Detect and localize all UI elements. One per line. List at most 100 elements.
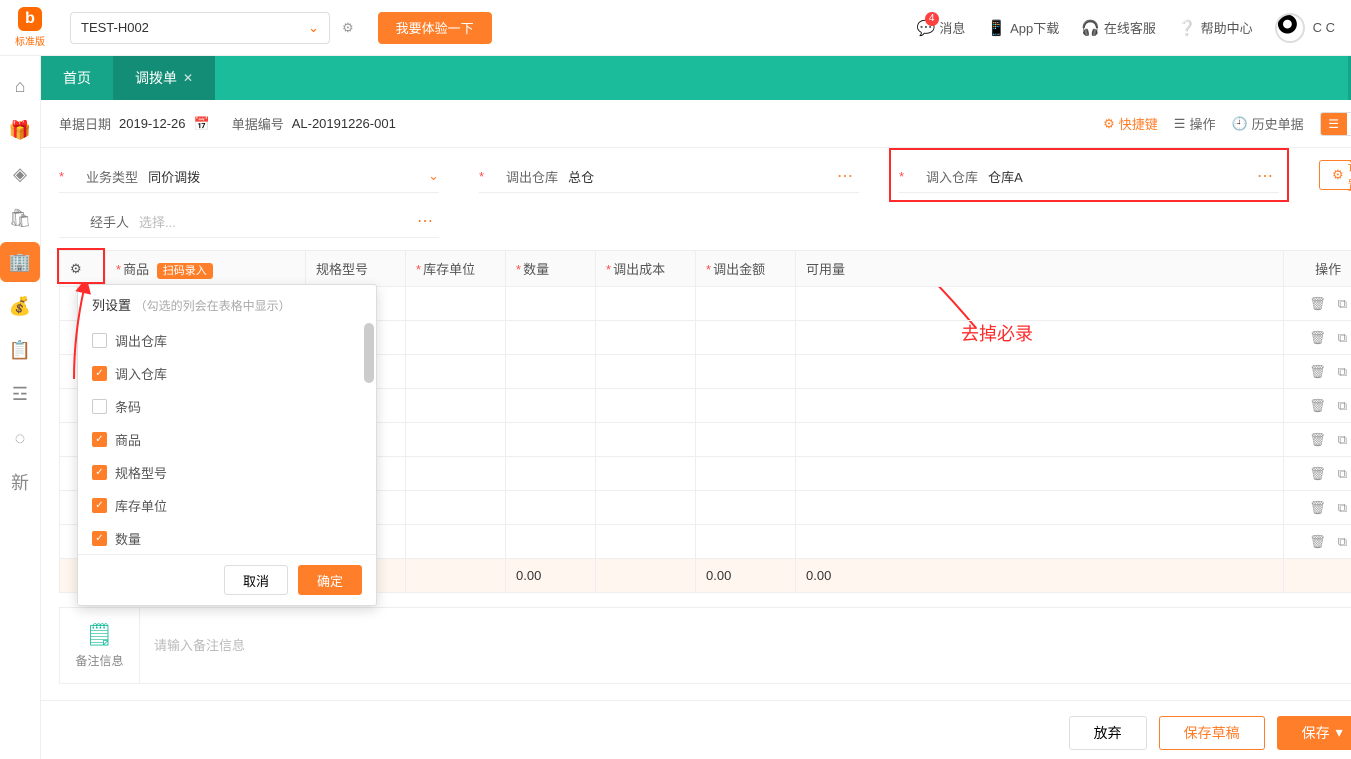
- history-link[interactable]: 🕘历史单据: [1231, 114, 1303, 133]
- delete-icon[interactable]: 🗑: [1309, 466, 1326, 482]
- popup-hint: （勾选的列会在表格中显示）: [135, 299, 291, 313]
- tab-transfer-order[interactable]: 调拨单 ✕: [113, 56, 215, 100]
- checkbox[interactable]: ✓: [92, 531, 107, 546]
- delete-icon[interactable]: 🗑: [1309, 296, 1326, 312]
- confirm-button[interactable]: 确定: [298, 565, 362, 595]
- copy-icon[interactable]: ⧉: [1338, 466, 1347, 482]
- column-option[interactable]: 调出仓库: [92, 324, 362, 357]
- message-badge: 4: [925, 12, 939, 26]
- nav-money-icon[interactable]: 💰: [0, 286, 40, 326]
- gear-icon[interactable]: ⚙: [342, 20, 354, 36]
- online-service-link[interactable]: 🎧 在线客服: [1081, 18, 1156, 37]
- copy-icon[interactable]: ⧉: [1338, 534, 1347, 550]
- copy-icon[interactable]: ⧉: [1338, 296, 1347, 312]
- column-option-label: 条码: [115, 397, 141, 416]
- copy-icon[interactable]: ⧉: [1338, 432, 1347, 448]
- menu-icon: ☰: [1174, 116, 1186, 132]
- column-option-label: 库存单位: [115, 496, 167, 515]
- settings-button[interactable]: ⚙设置: [1319, 160, 1351, 190]
- checkbox[interactable]: ✓: [92, 498, 107, 513]
- checkbox[interactable]: [92, 399, 107, 414]
- chevron-down-icon: ▾: [1336, 724, 1343, 741]
- experience-button[interactable]: 我要体验一下: [378, 12, 492, 44]
- column-option-label: 调入仓库: [115, 364, 167, 383]
- nav-circle-icon[interactable]: ◌: [0, 418, 40, 458]
- checkbox[interactable]: ✓: [92, 432, 107, 447]
- column-option[interactable]: ✓数量: [92, 522, 362, 554]
- nav-diamond-icon[interactable]: ◈: [0, 154, 40, 194]
- operate-link[interactable]: ☰操作: [1174, 114, 1216, 133]
- date-value[interactable]: 2019-12-26: [119, 116, 186, 131]
- close-icon[interactable]: ✕: [183, 71, 193, 85]
- save-draft-button[interactable]: 保存草稿: [1159, 716, 1265, 750]
- delete-icon[interactable]: 🗑: [1309, 364, 1326, 380]
- more-icon[interactable]: ⋯: [411, 211, 439, 231]
- column-option[interactable]: 条码: [92, 390, 362, 423]
- popup-title: 列设置: [92, 298, 131, 313]
- checkbox[interactable]: ✓: [92, 465, 107, 480]
- gear-icon: ⚙: [1332, 167, 1344, 183]
- cancel-button[interactable]: 取消: [224, 565, 288, 595]
- discard-button[interactable]: 放弃: [1069, 716, 1147, 750]
- tab-home[interactable]: 首页: [41, 56, 113, 100]
- checkbox[interactable]: [92, 333, 107, 348]
- nav-gift-icon[interactable]: 🎁: [0, 110, 40, 150]
- scan-badge[interactable]: 扫码录入: [157, 263, 213, 279]
- chevron-down-icon[interactable]: ⌄: [428, 168, 439, 184]
- view-list-icon[interactable]: ☰: [1321, 113, 1347, 135]
- col-product: 商品 扫码录入: [106, 251, 306, 287]
- footer-actions: 放弃 保存草稿 保存 ▾: [41, 700, 1351, 759]
- nav-warehouse-icon[interactable]: 🏢: [0, 242, 40, 282]
- delete-icon[interactable]: 🗑: [1309, 330, 1326, 346]
- delete-icon[interactable]: 🗑: [1309, 534, 1326, 550]
- tenant-select[interactable]: TEST-H002 ⌄: [70, 12, 330, 44]
- delete-icon[interactable]: 🗑: [1309, 432, 1326, 448]
- nav-home-icon[interactable]: ⌂: [0, 66, 40, 106]
- nav-clipboard-icon[interactable]: 📋: [0, 330, 40, 370]
- view-toggle: ☰ ▦: [1320, 112, 1351, 136]
- in-warehouse-field[interactable]: * 调入仓库 仓库A ⋯: [899, 160, 1279, 193]
- app-download-link[interactable]: 📱 App下载: [987, 18, 1059, 37]
- checkbox[interactable]: ✓: [92, 366, 107, 381]
- handler-field[interactable]: 经手人 选择... ⋯: [59, 205, 439, 238]
- history-icon: 🕘: [1231, 116, 1247, 132]
- col-spec: 规格型号: [306, 251, 406, 287]
- copy-icon[interactable]: ⧉: [1338, 398, 1347, 414]
- view-grid-icon[interactable]: ▦: [1347, 113, 1351, 135]
- copy-icon[interactable]: ⧉: [1338, 364, 1347, 380]
- copy-icon[interactable]: ⧉: [1338, 500, 1347, 516]
- column-option[interactable]: ✓规格型号: [92, 456, 362, 489]
- column-option[interactable]: ✓ 调入仓库: [92, 357, 362, 390]
- column-option[interactable]: ✓商品: [92, 423, 362, 456]
- calendar-icon[interactable]: 📅: [194, 116, 210, 132]
- avatar[interactable]: [1275, 13, 1305, 43]
- left-nav: ⌂ 🎁 ◈ 🛍 🏢 💰 📋 ☲ ◌ 新: [0, 56, 41, 759]
- message-link[interactable]: 💬 消息 4: [917, 18, 966, 37]
- column-settings-button[interactable]: ⚙: [60, 251, 106, 287]
- content-area: 首页 调拨单 ✕ ✕ 单据日期 2019-12-26 📅 单据编号 AL-201…: [41, 56, 1351, 759]
- nav-list-icon[interactable]: ☲: [0, 374, 40, 414]
- sum-qty: 0.00: [506, 559, 596, 593]
- column-option[interactable]: ✓ 库存单位: [92, 489, 362, 522]
- biz-type-field[interactable]: * 业务类型 同价调拨 ⌄: [59, 160, 439, 193]
- copy-icon[interactable]: ⧉: [1338, 330, 1347, 346]
- gear-icon: ⚙: [1103, 116, 1115, 132]
- form-area: * 业务类型 同价调拨 ⌄ * 调出仓库 总仓 ⋯ * 调入仓库 仓库A: [41, 148, 1351, 238]
- col-operate: 操作: [1283, 251, 1351, 287]
- more-icon[interactable]: ⋯: [831, 166, 859, 186]
- scrollbar[interactable]: [364, 323, 374, 383]
- shortcut-link[interactable]: ⚙快捷键: [1103, 114, 1158, 133]
- nav-new-icon[interactable]: 新: [0, 462, 40, 502]
- out-warehouse-field[interactable]: * 调出仓库 总仓 ⋯: [479, 160, 859, 193]
- nav-bag-icon[interactable]: 🛍: [0, 198, 40, 238]
- more-icon[interactable]: ⋯: [1251, 166, 1279, 186]
- delete-icon[interactable]: 🗑: [1309, 398, 1326, 414]
- remarks-section: 🗒 备注信息: [59, 607, 1351, 684]
- edition-label: 标准版: [15, 33, 45, 48]
- delete-icon[interactable]: 🗑: [1309, 500, 1326, 516]
- remarks-label: 🗒 备注信息: [60, 608, 140, 683]
- help-center-link[interactable]: ❔ 帮助中心: [1178, 18, 1253, 37]
- table-header-row: ⚙ 商品 扫码录入 规格型号 库存单位 数量 调出成本 调出金额 可用量 操作: [60, 251, 1351, 287]
- save-button[interactable]: 保存 ▾: [1277, 716, 1351, 750]
- remarks-input[interactable]: [140, 608, 1351, 683]
